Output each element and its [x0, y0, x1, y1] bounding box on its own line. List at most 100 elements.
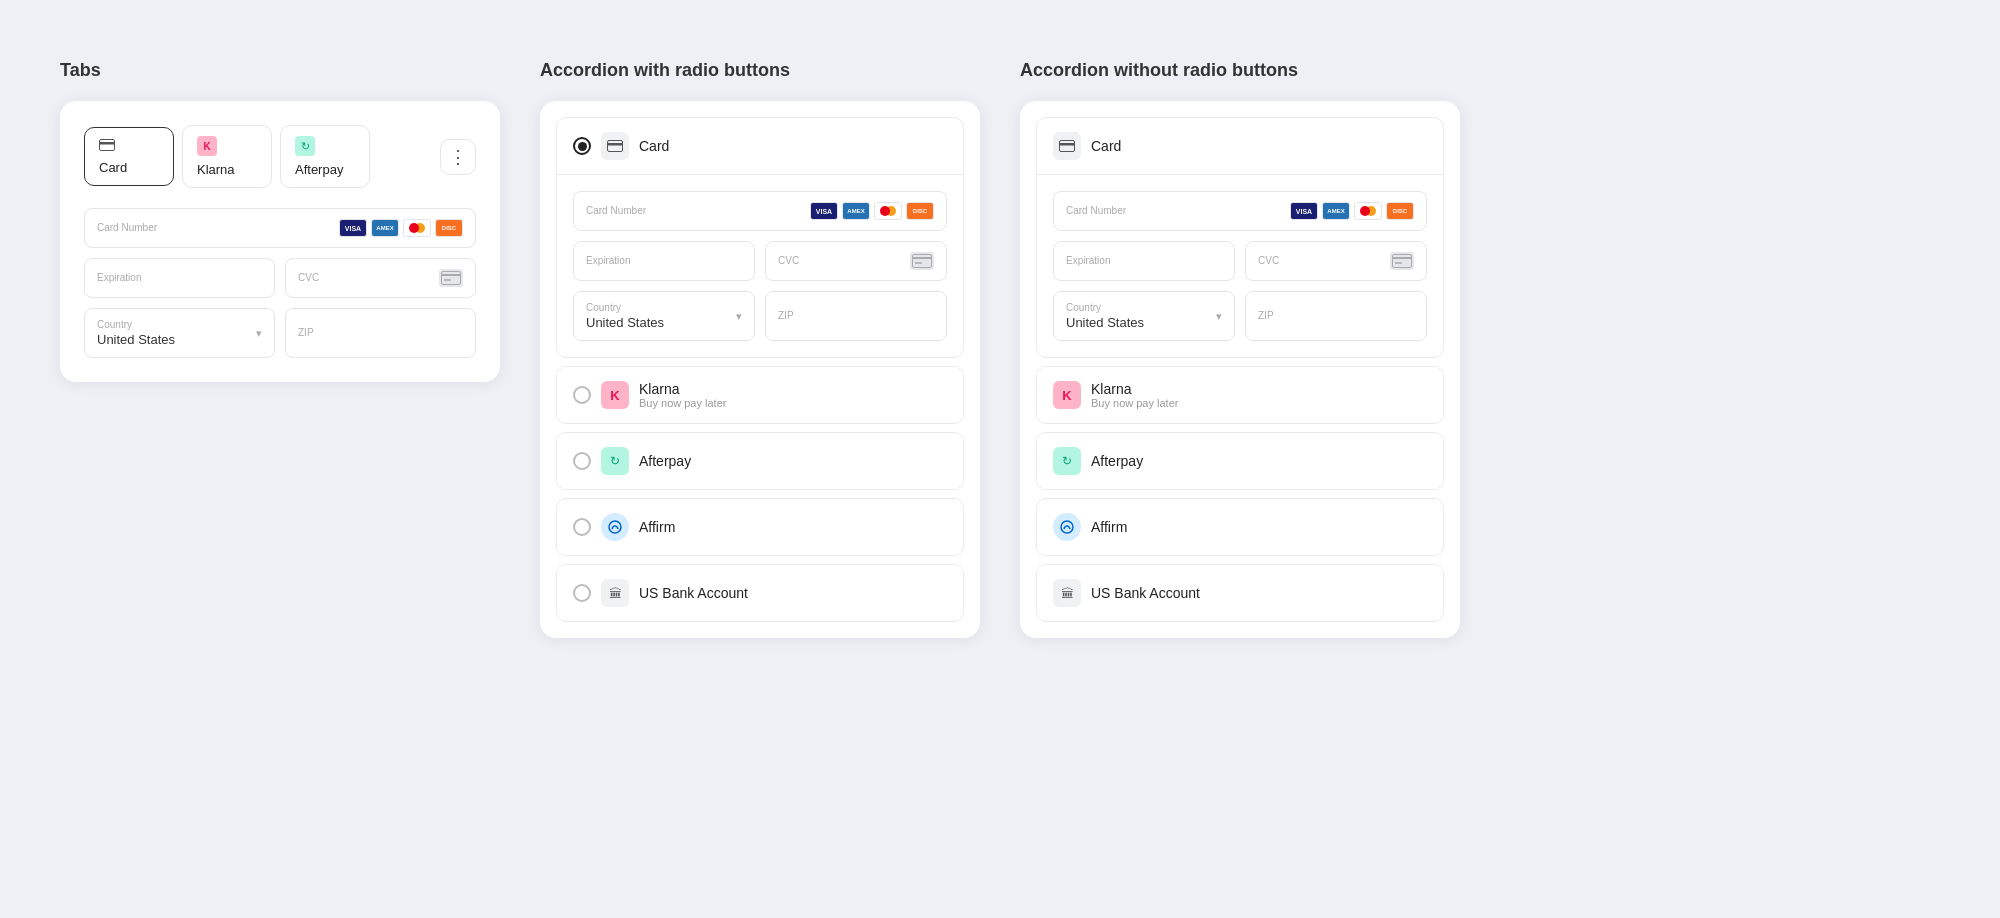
svg-rect-7: [913, 255, 932, 268]
country-value: United States: [97, 332, 256, 347]
svg-rect-13: [1393, 255, 1412, 268]
no-radio-klarna-header[interactable]: K Klarna Buy now pay later: [1037, 367, 1443, 423]
cvc-icon: [439, 269, 463, 287]
country-field[interactable]: Country United States ▾: [84, 308, 275, 358]
no-radio-affirm-label: Affirm: [1091, 519, 1127, 535]
card-accordion-label: Card: [639, 138, 669, 154]
accordion-radio-title: Accordion with radio buttons: [540, 60, 980, 81]
acc-country-value: United States: [586, 315, 736, 330]
klarna-radio[interactable]: [573, 386, 591, 404]
no-radio-affirm-icon: [1053, 513, 1081, 541]
acc-country-zip-row: Country United States ▾ ZIP: [573, 291, 947, 341]
nr-card-number-field[interactable]: Card Number VISA AMEX DISC: [1053, 191, 1427, 231]
acc-country-dropdown-arrow: ▾: [736, 310, 742, 323]
no-radio-card-item: Card Card Number VISA AMEX: [1036, 117, 1444, 358]
svg-rect-12: [1059, 143, 1075, 146]
no-radio-afterpay-label: Afterpay: [1091, 453, 1143, 469]
klarna-accordion-label: Klarna: [639, 381, 726, 397]
no-radio-affirm-item: Affirm: [1036, 498, 1444, 556]
svg-rect-1: [99, 142, 115, 145]
accordion-card-header[interactable]: Card: [557, 118, 963, 175]
accordion-bank-header[interactable]: 🏛 US Bank Account: [557, 565, 963, 621]
svg-rect-6: [607, 143, 623, 146]
klarna-tab-icon: K: [197, 136, 217, 156]
klarna-payment-icon: K: [601, 381, 629, 409]
accordion-afterpay-header[interactable]: ↻ Afterpay: [557, 433, 963, 489]
tab-afterpay[interactable]: ↻ Afterpay: [280, 125, 370, 188]
acc-card-number-label: Card Number: [586, 205, 810, 216]
accordion-card-item: Card Card Number VISA AMEX: [556, 117, 964, 358]
card-radio[interactable]: [573, 137, 591, 155]
accordion-afterpay-item: ↻ Afterpay: [556, 432, 964, 490]
no-radio-card-icon: [1053, 132, 1081, 160]
accordion-radio-card: Card Card Number VISA AMEX: [540, 101, 980, 638]
nr-expiration-label: Expiration: [1066, 255, 1222, 266]
more-tabs-button[interactable]: ⋮: [440, 139, 476, 175]
accordion-radio-section: Accordion with radio buttons Card Card N…: [540, 60, 980, 638]
tabs-row: Card K Klarna ↻ Afterpay ⋮: [84, 125, 476, 188]
nr-zip-field[interactable]: ZIP: [1245, 291, 1427, 341]
acc-expiration-field[interactable]: Expiration: [573, 241, 755, 281]
nr-cvc-label: CVC: [1258, 255, 1390, 266]
tab-card[interactable]: Card: [84, 127, 174, 186]
zip-field[interactable]: ZIP: [285, 308, 476, 358]
accordion-klarna-header[interactable]: K Klarna Buy now pay later: [557, 367, 963, 423]
acc-expiration-label: Expiration: [586, 255, 742, 266]
acc-visa-icon: VISA: [810, 202, 838, 220]
country-label: Country: [97, 319, 256, 330]
nr-cvc-field[interactable]: CVC: [1245, 241, 1427, 281]
svg-point-10: [609, 521, 621, 533]
nr-amex-icon: AMEX: [1322, 202, 1350, 220]
no-radio-bank-label: US Bank Account: [1091, 585, 1200, 601]
svg-point-16: [1061, 521, 1073, 533]
svg-rect-2: [442, 272, 461, 285]
tab-klarna[interactable]: K Klarna: [182, 125, 272, 188]
no-radio-klarna-sublabel: Buy now pay later: [1091, 397, 1178, 409]
tab-klarna-label: Klarna: [197, 162, 235, 177]
country-zip-row: Country United States ▾ ZIP: [84, 308, 476, 358]
accordion-no-radio-section: Accordion without radio buttons Card Car…: [1020, 60, 1460, 638]
svg-rect-11: [1060, 141, 1075, 152]
expiry-cvc-row: Expiration CVC: [84, 258, 476, 298]
nr-expiration-field[interactable]: Expiration: [1053, 241, 1235, 281]
no-radio-bank-header[interactable]: 🏛 US Bank Account: [1037, 565, 1443, 621]
acc-zip-label: ZIP: [778, 310, 934, 321]
acc-country-field[interactable]: Country United States ▾: [573, 291, 755, 341]
acc-cvc-label: CVC: [778, 255, 910, 266]
accordion-no-radio-title: Accordion without radio buttons: [1020, 60, 1460, 81]
accordion-affirm-header[interactable]: Affirm: [557, 499, 963, 555]
discover-icon: DISC: [435, 219, 463, 237]
no-radio-affirm-header[interactable]: Affirm: [1037, 499, 1443, 555]
expiration-field[interactable]: Expiration: [84, 258, 275, 298]
acc-card-number-field[interactable]: Card Number VISA AMEX DISC: [573, 191, 947, 231]
mastercard-icon: [403, 219, 431, 237]
card-tab-icon: [99, 138, 115, 154]
tabs-section: Tabs Card K Klarna ↻ Afterpay ⋮ Card Nu: [60, 60, 500, 382]
cvc-label: CVC: [298, 272, 439, 283]
acc-cvc-field[interactable]: CVC: [765, 241, 947, 281]
affirm-radio[interactable]: [573, 518, 591, 536]
tabs-card: Card K Klarna ↻ Afterpay ⋮ Card Number V…: [60, 101, 500, 382]
card-number-field[interactable]: Card Number VISA AMEX DISC: [84, 208, 476, 248]
acc-card-icons: VISA AMEX DISC: [810, 202, 934, 220]
expiration-label: Expiration: [97, 272, 262, 283]
amex-icon: AMEX: [371, 219, 399, 237]
no-radio-afterpay-icon: ↻: [1053, 447, 1081, 475]
acc-zip-field[interactable]: ZIP: [765, 291, 947, 341]
nr-country-field[interactable]: Country United States ▾: [1053, 291, 1235, 341]
acc-country-label: Country: [586, 302, 736, 313]
card-number-label: Card Number: [97, 222, 339, 233]
afterpay-accordion-label: Afterpay: [639, 453, 691, 469]
svg-rect-0: [100, 140, 115, 151]
bank-radio[interactable]: [573, 584, 591, 602]
no-radio-afterpay-header[interactable]: ↻ Afterpay: [1037, 433, 1443, 489]
no-radio-card-body: Card Number VISA AMEX DISC: [1037, 175, 1443, 357]
no-radio-klarna-label: Klarna: [1091, 381, 1178, 397]
no-radio-card-header[interactable]: Card: [1037, 118, 1443, 175]
afterpay-radio[interactable]: [573, 452, 591, 470]
acc-mc-icon: [874, 202, 902, 220]
tabs-section-title: Tabs: [60, 60, 500, 81]
acc-expiry-cvc-row: Expiration CVC: [573, 241, 947, 281]
nr-card-number-label: Card Number: [1066, 205, 1290, 216]
cvc-field[interactable]: CVC: [285, 258, 476, 298]
